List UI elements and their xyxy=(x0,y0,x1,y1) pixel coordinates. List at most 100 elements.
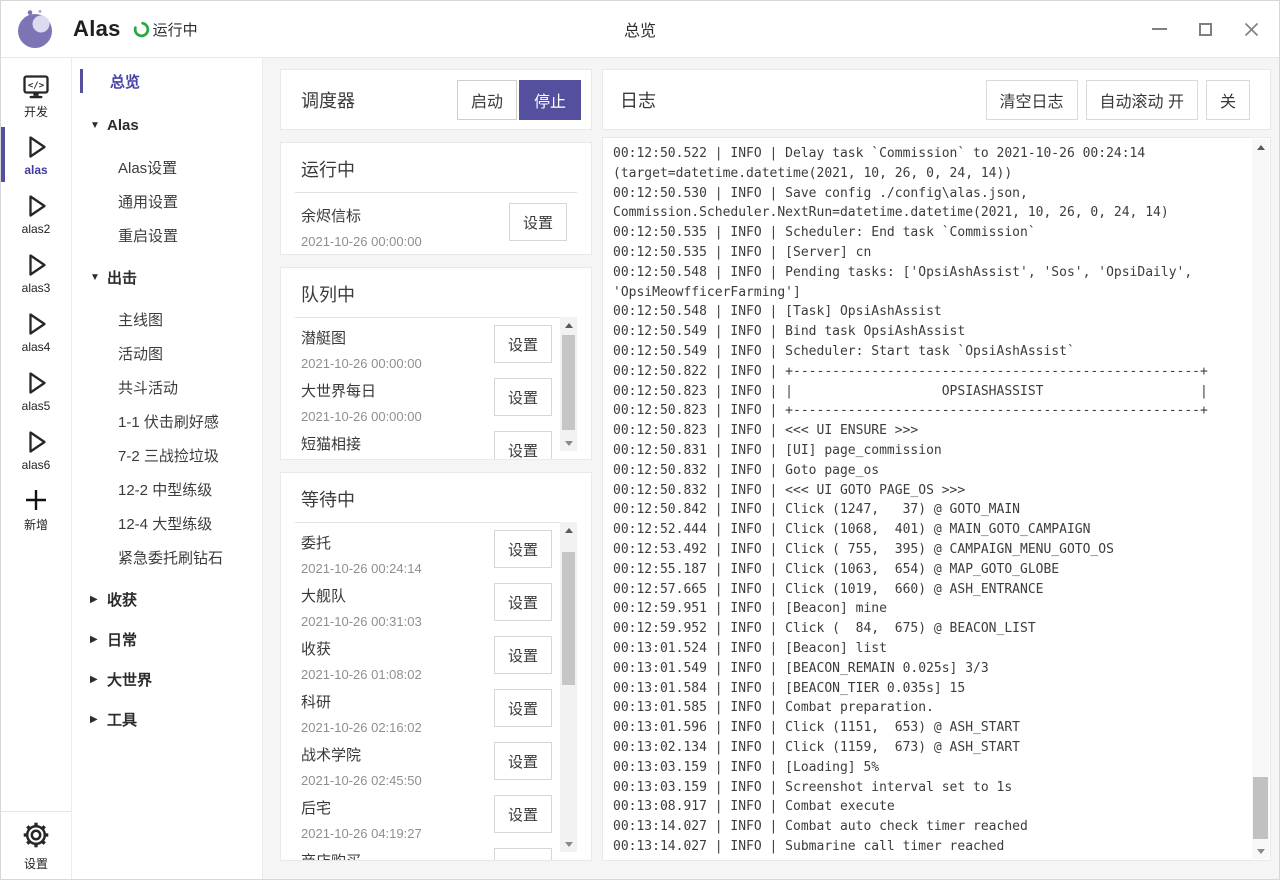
task-info: 潜艇图 2021-10-26 00:00:00 xyxy=(301,324,494,374)
task-setting-button[interactable]: 设置 xyxy=(494,795,552,833)
instance-item[interactable]: </> xyxy=(1,184,71,243)
close-button[interactable] xyxy=(1243,21,1259,37)
play-icon xyxy=(21,427,51,457)
instance-item[interactable]: </> xyxy=(1,302,71,361)
instance-item[interactable]: </> xyxy=(1,420,71,479)
menu-item-label: 大世界 xyxy=(107,669,152,690)
scroll-thumb[interactable] xyxy=(1253,777,1268,839)
active-indicator xyxy=(1,245,5,300)
scroll-down-icon[interactable] xyxy=(1252,843,1269,859)
menu-item-label: 12-4 大型练级 xyxy=(118,513,212,534)
scheduler-column: 调度器 启动停止 运行中 余烬信标 2021-10-26 00:00 xyxy=(280,69,592,861)
task-setting-button[interactable]: 设置 xyxy=(494,378,552,416)
task-next-run-time: 2021-10-26 00:00:00 xyxy=(301,356,494,371)
running-spinner-icon xyxy=(133,21,150,38)
maximize-button[interactable] xyxy=(1197,21,1213,37)
task-row: 短猫相接 2021-10-26 00:00:00 设置 xyxy=(301,430,552,459)
task-setting-button[interactable]: 设置 xyxy=(509,203,567,241)
menu-item[interactable]: 7-2 三战捡垃圾 xyxy=(72,438,262,472)
autoscroll-off-button[interactable]: 关 xyxy=(1206,80,1250,120)
scheduler-stop-button[interactable]: 停止 xyxy=(519,80,581,120)
menu-item[interactable]: 总览 xyxy=(72,68,262,94)
task-setting-button[interactable]: 设置 xyxy=(494,431,552,459)
running-card: 运行中 余烬信标 2021-10-26 00:00:00 设置 xyxy=(280,142,592,255)
menu-item[interactable]: 12-2 中型练级 xyxy=(72,472,262,506)
scroll-down-icon[interactable] xyxy=(560,836,577,852)
menu-item[interactable]: ▶ 大世界 xyxy=(72,664,262,694)
menu-item[interactable]: ▶ 日常 xyxy=(72,624,262,654)
log-scrollbar[interactable] xyxy=(1252,139,1269,859)
task-setting-button[interactable]: 设置 xyxy=(494,848,552,860)
instance-item[interactable]: </> xyxy=(1,361,71,420)
waiting-scrollbar[interactable] xyxy=(560,522,577,852)
menu-item[interactable]: 1-1 伏击刷好感 xyxy=(72,404,262,438)
task-row: 委托 2021-10-26 00:24:14 设置 xyxy=(301,529,552,579)
task-name: 大舰队 xyxy=(301,582,494,606)
scroll-up-icon[interactable] xyxy=(1252,139,1269,155)
task-next-run-time: 2021-10-26 02:16:02 xyxy=(301,720,494,735)
task-setting-button[interactable]: 设置 xyxy=(494,530,552,568)
instance-item[interactable]: </> xyxy=(1,66,71,125)
active-indicator xyxy=(1,127,5,182)
instance-item[interactable]: </> xyxy=(1,125,71,184)
menu-item[interactable]: 活动图 xyxy=(72,336,262,370)
menu-item[interactable]: ▼ 出击 xyxy=(72,262,262,292)
scroll-thumb[interactable] xyxy=(562,335,575,430)
log-panel-header: 日志 清空日志 自动滚动 开 关 xyxy=(602,69,1271,130)
task-next-run-time: 2021-10-26 00:31:03 xyxy=(301,614,494,629)
instance-label: alas3 xyxy=(22,281,51,295)
log-output-area[interactable]: 00:12:50.522 | INFO | Delay task `Commis… xyxy=(602,137,1271,861)
play-icon xyxy=(21,368,51,398)
task-info: 短猫相接 2021-10-26 00:00:00 xyxy=(301,430,494,459)
expand-arrow-icon: ▼ xyxy=(90,272,104,283)
menu-item[interactable]: 主线图 xyxy=(72,302,262,336)
instance-item[interactable]: </> xyxy=(1,243,71,302)
menu-item[interactable]: 共斗活动 xyxy=(72,370,262,404)
clear-log-button[interactable]: 清空日志 xyxy=(986,80,1078,120)
scheduler-panel-header: 调度器 启动停止 xyxy=(280,69,592,130)
gear-icon xyxy=(21,820,51,855)
pending-task-list[interactable]: 潜艇图 2021-10-26 00:00:00 设置 大世界每日 20 xyxy=(281,315,591,459)
settings-button[interactable]: 设置 xyxy=(1,811,71,879)
menu-item[interactable]: ▼ Alas xyxy=(72,110,262,140)
close-icon xyxy=(1244,22,1259,37)
scroll-thumb[interactable] xyxy=(562,552,575,685)
task-info: 商店购买 xyxy=(301,847,494,860)
menu-item[interactable]: 12-4 大型练级 xyxy=(72,506,262,540)
svg-text:</>: </> xyxy=(28,81,45,91)
pending-scrollbar[interactable] xyxy=(560,317,577,451)
task-setting-button[interactable]: 设置 xyxy=(494,689,552,727)
minimize-button[interactable] xyxy=(1151,21,1167,37)
task-setting-button[interactable]: 设置 xyxy=(494,583,552,621)
log-column: 日志 清空日志 自动滚动 开 关 00:12:50.522 | INFO | D… xyxy=(602,69,1271,861)
task-info: 大舰队 2021-10-26 00:31:03 xyxy=(301,582,494,632)
task-name: 商店购买 xyxy=(301,847,494,860)
scheduler-start-button[interactable]: 启动 xyxy=(457,80,517,120)
task-setting-button[interactable]: 设置 xyxy=(494,742,552,780)
menu-item-label: 紧急委托刷钻石 xyxy=(118,547,223,568)
task-name: 后宅 xyxy=(301,794,494,818)
task-row: 战术学院 2021-10-26 02:45:50 设置 xyxy=(301,741,552,791)
active-indicator xyxy=(1,304,5,359)
task-row: 大舰队 2021-10-26 00:31:03 设置 xyxy=(301,582,552,632)
log-title: 日志 xyxy=(620,87,656,113)
task-next-run-time: 2021-10-26 01:08:02 xyxy=(301,667,494,682)
scroll-up-icon[interactable] xyxy=(560,317,577,333)
waiting-task-list[interactable]: 委托 2021-10-26 00:24:14 设置 大舰队 2021- xyxy=(281,520,591,860)
scroll-up-icon[interactable] xyxy=(560,522,577,538)
scroll-down-icon[interactable] xyxy=(560,435,577,451)
menu-item[interactable]: ▶ 收获 xyxy=(72,584,262,614)
menu-item[interactable]: ▶ 工具 xyxy=(72,704,262,734)
task-row: 余烬信标 2021-10-26 00:00:00 设置 xyxy=(281,193,591,249)
task-setting-button[interactable]: 设置 xyxy=(494,636,552,674)
autoscroll-on-button[interactable]: 自动滚动 开 xyxy=(1086,80,1198,120)
active-indicator xyxy=(1,186,5,241)
task-setting-button[interactable]: 设置 xyxy=(494,325,552,363)
menu-item[interactable]: 重启设置 xyxy=(72,218,262,252)
menu-item[interactable]: 通用设置 xyxy=(72,184,262,218)
menu-item[interactable]: 紧急委托刷钻石 xyxy=(72,540,262,574)
instance-item[interactable]: </> xyxy=(1,479,71,538)
active-indicator xyxy=(1,422,5,477)
menu-item[interactable]: Alas设置 xyxy=(72,150,262,184)
instance-label: alas4 xyxy=(22,340,51,354)
